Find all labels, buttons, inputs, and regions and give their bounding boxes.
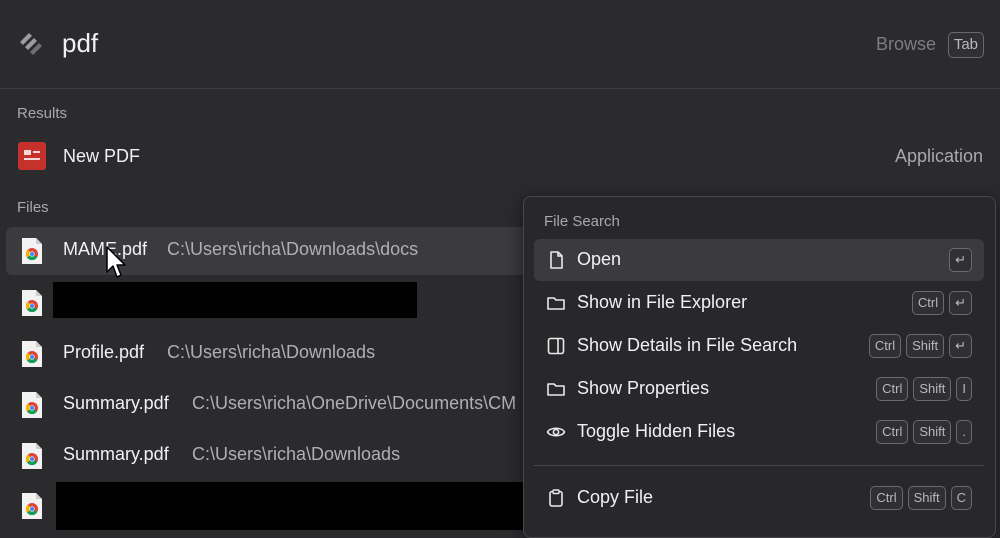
- shortcut-keys: Ctrl Shift ↵: [868, 334, 972, 358]
- file-path: C:\Users\richa\OneDrive\Documents\CM: [192, 393, 517, 413]
- menu-item-label: Open: [577, 249, 622, 269]
- key-hint: Ctrl: [911, 291, 945, 315]
- key-hint: Shift: [906, 334, 945, 358]
- menu-item-label: Toggle Hidden Files: [577, 421, 736, 441]
- key-hint: Shift: [907, 486, 946, 510]
- menu-item-label: Show Properties: [577, 378, 710, 398]
- sidebar-icon: [547, 337, 565, 355]
- menu-item-open[interactable]: Open ↵: [534, 239, 984, 281]
- key-hint: Ctrl: [868, 334, 902, 358]
- menu-item-show-details[interactable]: Show Details in File Search Ctrl Shift ↵: [534, 325, 984, 367]
- shortcut-keys: Ctrl Shift I: [876, 377, 972, 401]
- key-hint: C: [950, 486, 972, 510]
- chrome-pdf-file-icon: [22, 443, 42, 469]
- menu-item-show-properties[interactable]: Show Properties Ctrl Shift I: [534, 368, 984, 410]
- result-new-pdf[interactable]: New PDF Application: [0, 134, 1000, 180]
- file-name: Summary.pdf: [63, 444, 169, 464]
- files-section-label: Files: [17, 199, 49, 216]
- key-hint: Ctrl: [876, 377, 909, 401]
- menu-item-label: Copy File: [577, 487, 654, 507]
- results-section-label: Results: [17, 105, 68, 122]
- key-hint: ↵: [949, 248, 972, 272]
- eye-icon: [546, 427, 566, 437]
- menu-item-copy-file[interactable]: Copy File Ctrl Shift C: [534, 477, 984, 519]
- key-hint: Shift: [913, 377, 952, 401]
- chrome-pdf-file-icon: [22, 493, 42, 519]
- folder-icon: [547, 297, 565, 310]
- browse-label[interactable]: Browse: [876, 34, 936, 55]
- pdf-app-icon: [18, 142, 46, 170]
- menu-item-label: Show in File Explorer: [577, 292, 748, 312]
- chrome-pdf-file-icon: [22, 290, 42, 316]
- key-hint: Ctrl: [876, 420, 909, 444]
- file-name: Summary.pdf: [63, 393, 169, 413]
- chrome-pdf-file-icon: [22, 341, 42, 367]
- launcher-logo-icon: [20, 33, 42, 55]
- key-hint: Ctrl: [870, 486, 903, 510]
- key-hint: ↵: [949, 291, 972, 315]
- key-hint: I: [956, 377, 972, 401]
- file-icon: [550, 251, 563, 269]
- file-name: Profile.pdf: [63, 342, 145, 362]
- chrome-pdf-file-icon: [22, 392, 42, 418]
- shortcut-keys: Ctrl ↵: [911, 291, 972, 315]
- context-menu-title: File Search: [544, 213, 620, 230]
- key-hint: .: [956, 420, 972, 444]
- mouse-cursor-icon: [106, 246, 126, 278]
- context-menu: File Search Open ↵ Show in File Explorer…: [523, 196, 996, 538]
- search-bar: pdf Browse Tab: [0, 0, 1000, 89]
- search-input[interactable]: pdf: [62, 28, 98, 59]
- shortcut-keys: Ctrl Shift C: [870, 486, 972, 510]
- redacted-block: [56, 482, 526, 530]
- menu-item-show-in-file-explorer[interactable]: Show in File Explorer Ctrl ↵: [534, 282, 984, 324]
- result-kind: Application: [894, 146, 983, 166]
- key-hint: ↵: [949, 334, 972, 358]
- key-hint: Shift: [913, 420, 952, 444]
- menu-item-label: Show Details in File Search: [577, 335, 798, 355]
- tab-key-hint: Tab: [947, 32, 984, 58]
- result-name: New PDF: [63, 146, 141, 166]
- clipboard-icon: [549, 489, 563, 507]
- folder-icon: [547, 383, 565, 396]
- menu-item-toggle-hidden-files[interactable]: Toggle Hidden Files Ctrl Shift .: [534, 411, 984, 453]
- file-path: C:\Users\richa\Downloads: [167, 342, 376, 362]
- file-path: C:\Users\richa\Downloads\docs: [167, 239, 419, 259]
- file-path: C:\Users\richa\Downloads: [192, 444, 401, 464]
- menu-separator: [534, 465, 984, 466]
- shortcut-keys: ↵: [949, 248, 972, 272]
- redacted-block: [53, 282, 417, 318]
- shortcut-keys: Ctrl Shift .: [876, 420, 972, 444]
- chrome-pdf-file-icon: [22, 238, 42, 264]
